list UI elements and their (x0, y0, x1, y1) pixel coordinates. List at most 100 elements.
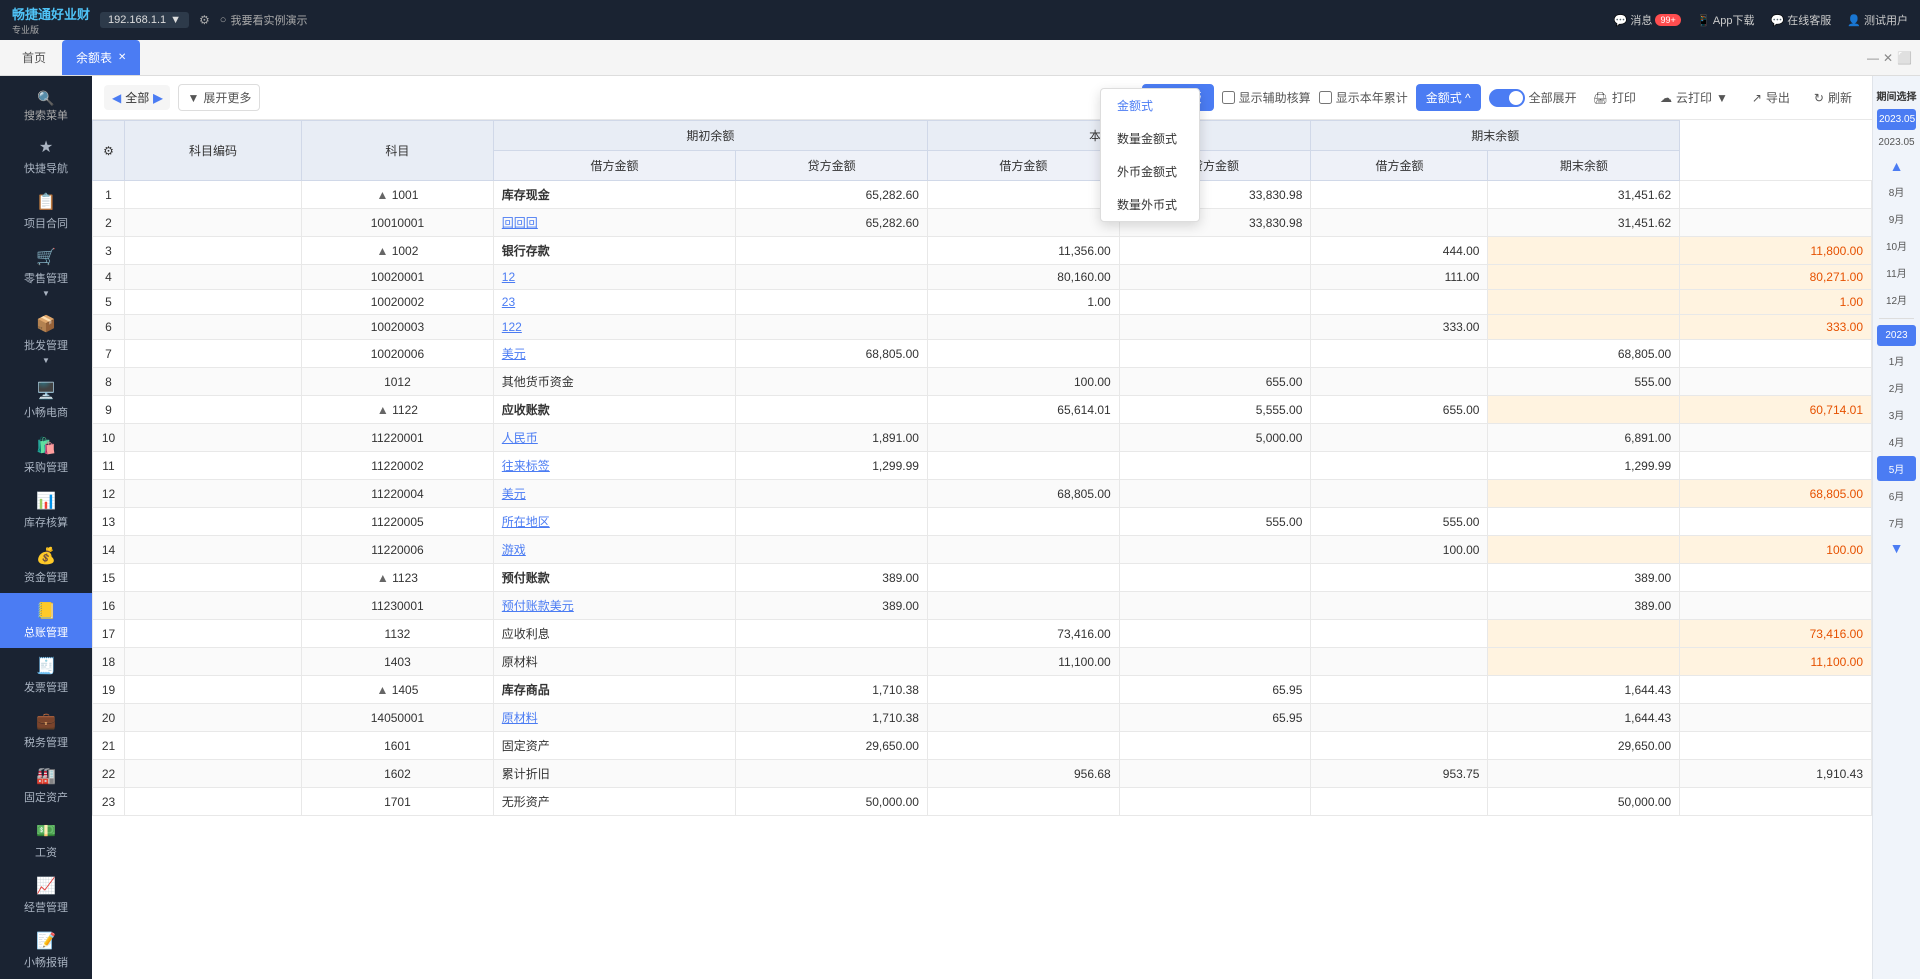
sidebar-item-retail[interactable]: 🛒 零售管理 ▼ (0, 239, 92, 306)
period-10[interactable]: 10月 (1873, 233, 1920, 258)
row-ob-credit (927, 452, 1119, 480)
dropdown-item-qty-amount[interactable]: 数量金额式 (1101, 122, 1199, 155)
row-ca-credit: 111.00 (1311, 265, 1488, 290)
refresh-button[interactable]: ↻刷新 (1806, 85, 1860, 110)
expand-more[interactable]: ▼ 展开更多 (178, 84, 260, 111)
cloud-print-button[interactable]: ☁云打印▼ (1652, 85, 1736, 110)
topbar-user[interactable]: 👤 测试用户 (1847, 12, 1908, 28)
row-subject[interactable]: 美元 (493, 340, 735, 368)
row-ca-credit (1311, 592, 1488, 620)
sidebar-item-inventory[interactable]: 📊 库存核算 (0, 483, 92, 538)
sidebar-item-ecommerce[interactable]: 🖥️ 小畅电商 (0, 373, 92, 428)
row-subject[interactable]: 美元 (493, 480, 735, 508)
row-cb-debit: 1,299.99 (1488, 452, 1680, 480)
row-ob-debit: 389.00 (736, 564, 928, 592)
dropdown-item-foreign-amount[interactable]: 外币金额式 (1101, 155, 1199, 188)
row-ca-debit (1119, 290, 1311, 315)
period-3[interactable]: 3月 (1873, 402, 1920, 427)
row-ob-credit (927, 181, 1119, 209)
row-cb-credit (1680, 592, 1872, 620)
row-ca-credit (1311, 648, 1488, 676)
sidebar-item-payroll[interactable]: 💵 工资 (0, 813, 92, 868)
row-code: 1403 (302, 648, 494, 676)
tab-close-icon[interactable]: ✕ (118, 52, 126, 63)
row-ca-credit (1311, 209, 1488, 237)
sidebar-item-capital[interactable]: 💰 资金管理 (0, 538, 92, 593)
sidebar-search[interactable]: 🔍 搜索菜单 (0, 84, 92, 129)
sidebar-item-expense[interactable]: 📝 小畅报销 (0, 923, 92, 978)
topbar-app[interactable]: 📱 App下载 (1697, 12, 1755, 28)
row-number: 14 (93, 536, 125, 564)
row-ob-debit (736, 480, 928, 508)
tab-expand-icon[interactable]: ⬜ (1897, 51, 1912, 65)
topbar-address[interactable]: 192.168.1.1 ▼ (100, 12, 189, 28)
period-7[interactable]: 7月 (1873, 510, 1920, 535)
balance-table-container: ⚙ 科目编码 科目 期初余额 本期发生额 期末余额 借方金额 贷方金额 借方金额… (92, 120, 1872, 979)
tab-balance[interactable]: 余额表 ✕ (62, 40, 140, 75)
mode-button[interactable]: 金额式 ^ (1416, 84, 1481, 111)
period-2023-05-1[interactable]: 2023.05 (1877, 109, 1916, 130)
row-subject[interactable]: 原材料 (493, 704, 735, 732)
sidebar-item-ops[interactable]: 📈 经营管理 (0, 868, 92, 923)
row-subject[interactable]: 23 (493, 290, 735, 315)
tab-home[interactable]: 首页 (8, 40, 60, 75)
sidebar-item-quick-nav[interactable]: ★ 快捷导航 (0, 129, 92, 184)
row-cb-credit: 11,100.00 (1680, 648, 1872, 676)
print-button[interactable]: 🖨打印 (1585, 85, 1644, 110)
row-ob-credit: 80,160.00 (927, 265, 1119, 290)
topbar-service[interactable]: 💬 在线客服 (1770, 12, 1831, 28)
row-cb-credit: 73,416.00 (1680, 620, 1872, 648)
show-ytd-checkbox[interactable]: 显示本年累计 (1319, 89, 1408, 106)
table-row: 12 11220004 美元 68,805.00 68,805.00 (93, 480, 1872, 508)
mode-dropdown: 金额式 数量金额式 外币金额式 数量外币式 (1100, 88, 1200, 222)
export-button[interactable]: ↗导出 (1744, 85, 1798, 110)
row-settings (125, 340, 302, 368)
row-subject[interactable]: 122 (493, 315, 735, 340)
period-up-arrow[interactable]: ▲ (1873, 155, 1920, 177)
topbar-msg[interactable]: 💬 消息 99+ (1614, 12, 1681, 28)
row-subject[interactable]: 往来标签 (493, 452, 735, 480)
row-subject[interactable]: 预付账款美元 (493, 592, 735, 620)
period-12[interactable]: 12月 (1873, 287, 1920, 312)
dropdown-item-amount[interactable]: 金额式 (1101, 89, 1199, 122)
sidebar-item-ledger[interactable]: 📒 总账管理 (0, 593, 92, 648)
row-subject[interactable]: 游戏 (493, 536, 735, 564)
row-subject[interactable]: 所在地区 (493, 508, 735, 536)
sidebar-item-purchase[interactable]: 🛍️ 采购管理 (0, 428, 92, 483)
row-subject: 固定资产 (493, 732, 735, 760)
period-6[interactable]: 6月 (1873, 483, 1920, 508)
period-1[interactable]: 1月 (1873, 348, 1920, 373)
sidebar-item-project[interactable]: 📋 项目合同 (0, 184, 92, 239)
row-code: 1701 (302, 788, 494, 816)
period-8[interactable]: 8月 (1873, 179, 1920, 204)
tab-close-icon[interactable]: ✕ (1883, 51, 1893, 65)
period-2[interactable]: 2月 (1873, 375, 1920, 400)
period-11[interactable]: 11月 (1873, 260, 1920, 285)
row-subject[interactable]: 12 (493, 265, 735, 290)
row-subject[interactable]: 回回回 (493, 209, 735, 237)
sidebar-item-tax[interactable]: 💼 税务管理 (0, 703, 92, 758)
sidebar-item-wholesale[interactable]: 📦 批发管理 ▼ (0, 306, 92, 373)
row-code: 10020006 (302, 340, 494, 368)
row-number: 2 (93, 209, 125, 237)
tab-minimize-icon[interactable]: — (1867, 51, 1879, 65)
period-year-2023[interactable]: 2023 (1877, 325, 1916, 346)
filter-all[interactable]: ◀ 全部 ▶ (104, 85, 170, 110)
col-settings[interactable]: ⚙ (93, 121, 125, 181)
period-5[interactable]: 5月 (1877, 456, 1916, 481)
topbar-demo[interactable]: ○ 我要看实例演示 (220, 12, 308, 28)
expand-toggle[interactable]: 全部展开 (1489, 89, 1577, 107)
period-9[interactable]: 9月 (1873, 206, 1920, 231)
dropdown-item-qty-foreign[interactable]: 数量外币式 (1101, 188, 1199, 221)
period-down-arrow[interactable]: ▼ (1873, 537, 1920, 559)
row-subject[interactable]: 人民币 (493, 424, 735, 452)
show-aux-checkbox[interactable]: 显示辅助核算 (1222, 89, 1311, 106)
row-ca-credit (1311, 788, 1488, 816)
topbar-gear-icon[interactable]: ⚙ (199, 13, 210, 27)
sidebar-item-invoice[interactable]: 🧾 发票管理 (0, 648, 92, 703)
row-ob-debit: 1,710.38 (736, 704, 928, 732)
row-settings (125, 788, 302, 816)
sidebar-item-assets[interactable]: 🏭 固定资产 (0, 758, 92, 813)
period-2023-05-2[interactable]: 2023.05 (1873, 132, 1920, 153)
period-4[interactable]: 4月 (1873, 429, 1920, 454)
